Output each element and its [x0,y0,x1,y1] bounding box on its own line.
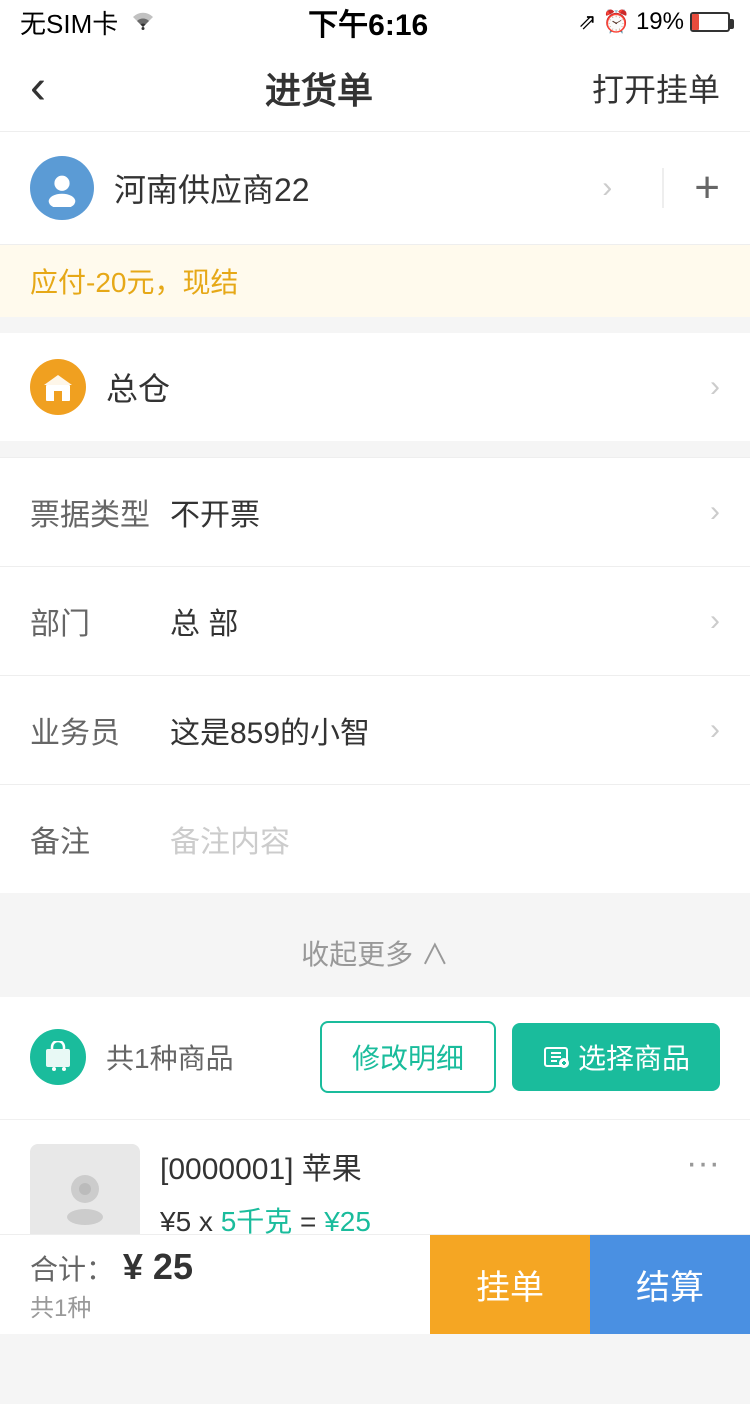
dept-value: 总 部 [150,599,710,643]
checkout-button[interactable]: 结算 [590,1235,750,1334]
wifi-icon [128,7,158,38]
add-supplier-button[interactable]: + [694,166,720,210]
carrier-label: 无SIM卡 [20,4,118,41]
warehouse-building-icon [42,371,74,403]
product-name: [0000001] 苹果 [160,1144,666,1188]
warehouse-icon [30,359,86,415]
product-info: [0000001] 苹果 ¥5 x 5千克 = ¥25 [160,1144,666,1240]
salesman-value: 这是859的小智 [150,708,710,752]
product-header: 共1种商品 修改明细 选择商品 [0,997,750,1117]
salesman-chevron-icon: › [710,713,720,747]
select-product-label: 选择商品 [578,1037,690,1077]
collapse-more-button[interactable]: 收起更多 ∧ [0,909,750,997]
invoice-label: 票据类型 [30,490,150,534]
invoice-chevron-icon: › [710,495,720,529]
select-product-icon [542,1043,570,1071]
status-left: 无SIM卡 [20,4,158,41]
unit-price: ¥5 x [160,1206,221,1237]
total-count: 共1种 [30,1288,400,1323]
supplier-divider [662,168,664,208]
status-bar: 无SIM卡 下午6:16 ⇗ ⏰ 19% [0,0,750,44]
product-more-button[interactable]: ··· [666,1144,720,1183]
supplier-name: 河南供应商22 [114,165,602,211]
user-icon [43,169,81,207]
invoice-row[interactable]: 票据类型 不开票 › [0,457,750,566]
salesman-row[interactable]: 业务员 这是859的小智 › [0,675,750,784]
product-icon [30,1029,86,1085]
product-placeholder-icon [55,1169,115,1229]
salesman-label: 业务员 [30,708,150,752]
product-title: 苹果 [302,1153,362,1186]
battery-icon [690,12,730,32]
open-hang-button[interactable]: 打开挂单 [592,65,720,111]
bottom-bar: 合计： ¥ 25 共1种 挂单 结算 [0,1234,750,1334]
main-content: 河南供应商22 › + 应付-20元，现结 总仓 › 票据类型 不开票 › [0,132,750,1404]
supplier-chevron-icon: › [602,171,612,205]
select-product-button[interactable]: 选择商品 [512,1023,720,1091]
warehouse-card: 总仓 › [0,333,750,441]
form-card: 票据类型 不开票 › 部门 总 部 › 业务员 这是859的小智 › 备注 备注… [0,457,750,893]
location-icon: ⇗ [578,9,596,35]
warehouse-chevron-icon: › [710,370,720,404]
total-price: ¥25 [324,1206,371,1237]
total-label: 合计： [30,1254,114,1285]
alarm-icon: ⏰ [603,9,630,35]
page-title: 进货单 [265,62,373,114]
back-button[interactable]: ‹ [30,60,46,115]
product-code: [0000001] [160,1153,302,1186]
total-amount: ¥ 25 [123,1246,193,1287]
remark-input[interactable]: 备注内容 [150,817,720,861]
battery-label: 19% [636,8,684,36]
equals: = [292,1206,324,1237]
dept-chevron-icon: › [710,604,720,638]
remark-row[interactable]: 备注 备注内容 [0,784,750,893]
nav-bar: ‹ 进货单 打开挂单 [0,44,750,132]
product-count: 共1种商品 [106,1037,320,1077]
supplier-row[interactable]: 河南供应商22 › + [0,132,750,245]
dept-row[interactable]: 部门 总 部 › [0,566,750,675]
invoice-value: 不开票 [150,490,710,534]
remark-label: 备注 [30,817,150,861]
cart-icon [42,1041,74,1073]
status-time: 下午6:16 [308,0,428,44]
supplier-avatar [30,156,94,220]
supplier-card: 河南供应商22 › + 应付-20元，现结 [0,132,750,317]
edit-detail-button[interactable]: 修改明细 [320,1021,496,1093]
dept-label: 部门 [30,599,150,643]
status-right: ⇗ ⏰ 19% [578,8,730,36]
warehouse-row[interactable]: 总仓 › [0,333,750,441]
payment-hint: 应付-20元，现结 [0,245,750,317]
total-row: 合计： ¥ 25 [30,1246,400,1288]
warehouse-name: 总仓 [106,364,710,410]
total-section: 合计： ¥ 25 共1种 [0,1246,430,1323]
hang-button[interactable]: 挂单 [430,1235,590,1334]
quantity: 5千克 [221,1206,293,1237]
